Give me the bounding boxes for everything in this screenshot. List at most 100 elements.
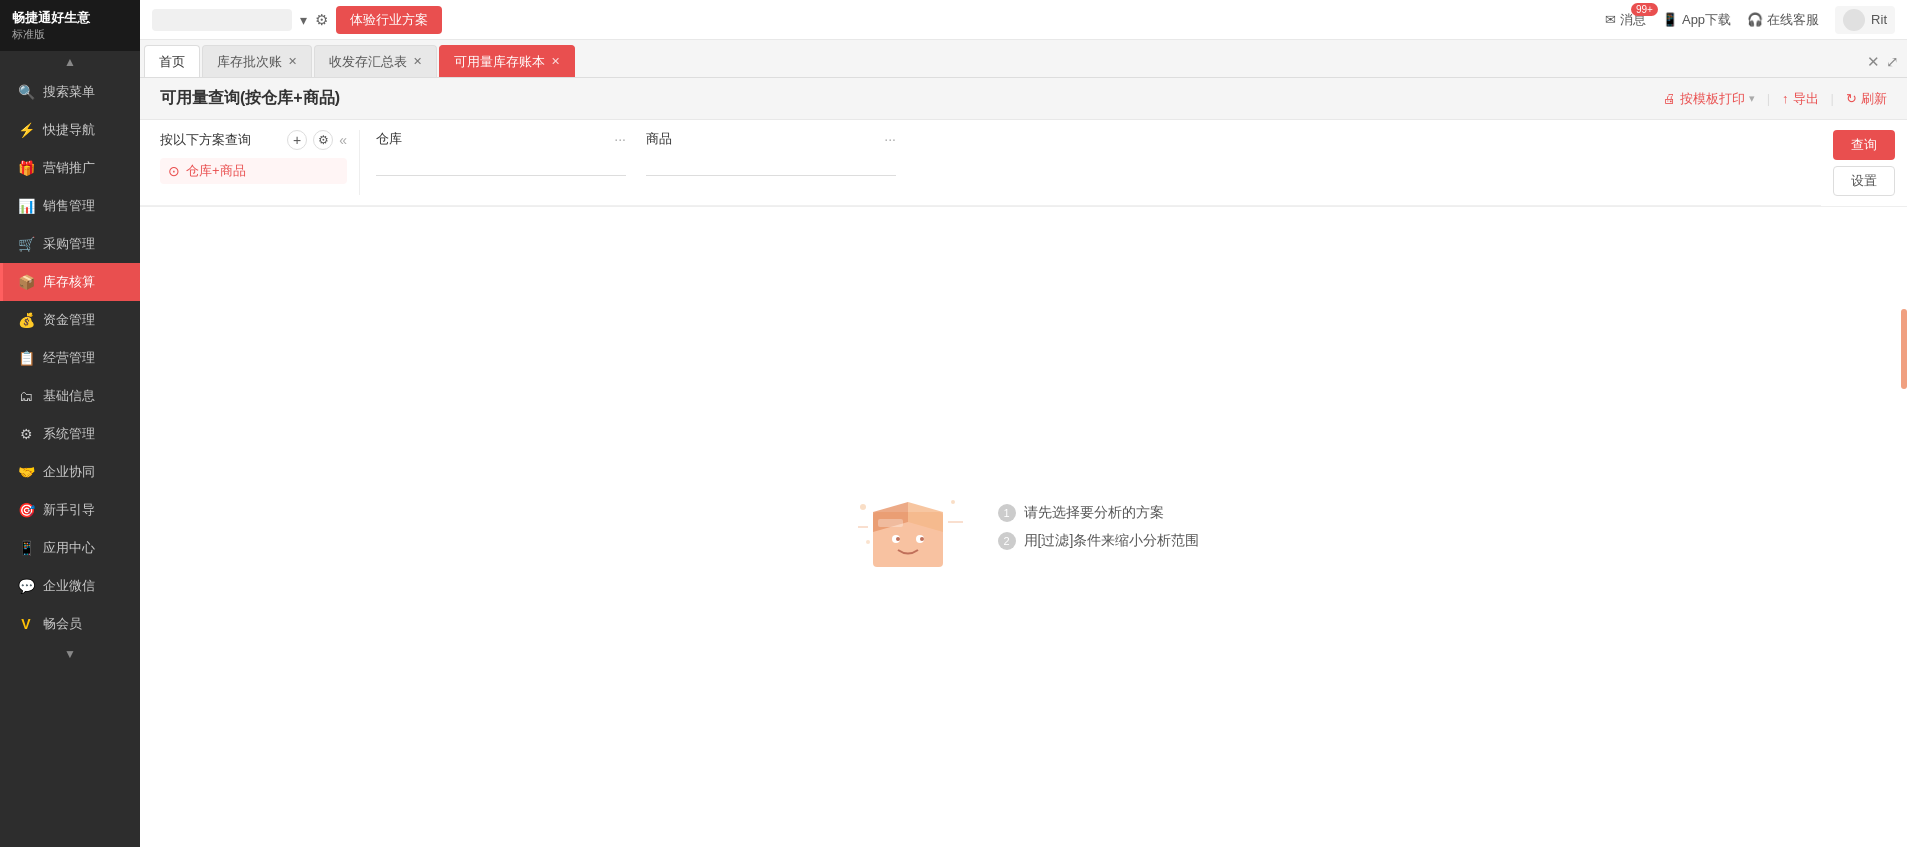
- settings-button[interactable]: 设置: [1833, 166, 1895, 196]
- scheme-icon: ⊙: [168, 163, 180, 179]
- sidebar-item-guide[interactable]: 🎯 新手引导: [0, 491, 140, 529]
- money-icon: 💰: [17, 312, 35, 328]
- empty-text: 1 请先选择要分析的方案 2 用[过滤]条件来缩小分析范围: [998, 504, 1200, 550]
- warehouse-input[interactable]: [376, 152, 626, 176]
- refresh-label: 刷新: [1861, 90, 1887, 108]
- tab-batch-account[interactable]: 库存批次账 ✕: [202, 45, 312, 77]
- sidebar-scroll-up[interactable]: ▲: [0, 51, 140, 73]
- chat-icon: 💬: [17, 578, 35, 594]
- product-input[interactable]: [646, 152, 896, 176]
- online-support-label: 在线客服: [1767, 11, 1819, 29]
- user-area[interactable]: Rit: [1835, 6, 1895, 34]
- lightning-icon: ⚡: [17, 122, 35, 138]
- settings-scheme-button[interactable]: ⚙: [313, 130, 333, 150]
- trial-button[interactable]: 体验行业方案: [336, 6, 442, 34]
- scheme-label: 仓库+商品: [186, 162, 246, 180]
- print-dropdown-icon[interactable]: ▾: [1749, 92, 1755, 105]
- app-download-button[interactable]: 📱 App下载: [1662, 11, 1731, 29]
- sidebar-scroll-down[interactable]: ▼: [0, 643, 140, 665]
- sidebar-label-guide: 新手引导: [43, 501, 95, 519]
- sidebar-item-sales[interactable]: 📊 销售管理: [0, 187, 140, 225]
- filter-area: 按以下方案查询 + ⚙ « ⊙ 仓库+商品: [140, 120, 1821, 206]
- svg-point-6: [896, 537, 900, 541]
- query-button[interactable]: 查询: [1833, 130, 1895, 160]
- topbar-right: ✉ 消息 99+ 📱 App下载 🎧 在线客服 Rit: [1605, 6, 1895, 34]
- user-name: Rit: [1871, 12, 1887, 27]
- tab-available-stock-close[interactable]: ✕: [551, 55, 560, 68]
- empty-state: 1 请先选择要分析的方案 2 用[过滤]条件来缩小分析范围: [140, 207, 1907, 847]
- sidebar-label-finance: 资金管理: [43, 311, 95, 329]
- tab-batch-account-close[interactable]: ✕: [288, 55, 297, 68]
- sidebar-item-purchase[interactable]: 🛒 采购管理: [0, 225, 140, 263]
- sidebar-label-basic: 基础信息: [43, 387, 95, 405]
- topbar-dropdown-button[interactable]: ▾: [300, 12, 307, 28]
- tab-available-stock-label: 可用量库存账本: [454, 53, 545, 71]
- sidebar-item-member[interactable]: V 畅会员: [0, 605, 140, 643]
- sidebar-item-system[interactable]: ⚙ 系统管理: [0, 415, 140, 453]
- topbar-search-input[interactable]: [152, 9, 292, 31]
- tab-home-label: 首页: [159, 53, 185, 71]
- export-icon: ↑: [1782, 91, 1789, 106]
- filter-scheme-actions: + ⚙ «: [287, 130, 347, 150]
- sidebar-item-marketing[interactable]: 🎁 营销推广: [0, 149, 140, 187]
- tab-receipt-summary[interactable]: 收发存汇总表 ✕: [314, 45, 437, 77]
- scheme-warehouse-product[interactable]: ⊙ 仓库+商品: [160, 158, 347, 184]
- handshake-icon: 🤝: [17, 464, 35, 480]
- export-button[interactable]: ↑ 导出: [1782, 90, 1819, 108]
- tabbar-right-actions: ✕ ⤢: [1867, 53, 1899, 71]
- warehouse-label: 仓库 ···: [376, 130, 626, 148]
- sidebar-label-sales: 销售管理: [43, 197, 95, 215]
- sidebar-item-operation[interactable]: 📋 经营管理: [0, 339, 140, 377]
- vip-icon: V: [17, 616, 35, 632]
- empty-step2: 2 用[过滤]条件来缩小分析范围: [998, 532, 1200, 550]
- search-icon: 🔍: [17, 84, 35, 100]
- product-filter-field: 商品 ···: [646, 130, 896, 176]
- tab-close-all-button[interactable]: ✕: [1867, 53, 1880, 71]
- sidebar-item-basic[interactable]: 🗂 基础信息: [0, 377, 140, 415]
- product-ellipsis-button[interactable]: ···: [884, 131, 896, 147]
- message-button[interactable]: ✉ 消息 99+: [1605, 11, 1646, 29]
- sidebar-label-search: 搜索菜单: [43, 83, 95, 101]
- print-button[interactable]: 🖨 按模板打印 ▾: [1663, 90, 1755, 108]
- refresh-button[interactable]: ↻ 刷新: [1846, 90, 1887, 108]
- collapse-scheme-button[interactable]: «: [339, 132, 347, 148]
- topbar: ▾ ⚙ 体验行业方案 ✉ 消息 99+ 📱 App下载 🎧 在线客服 Rit: [140, 0, 1907, 40]
- page-content: 可用量查询(按仓库+商品) 🖨 按模板打印 ▾ | ↑ 导出 | ↻ 刷新: [140, 78, 1907, 847]
- tab-receipt-summary-close[interactable]: ✕: [413, 55, 422, 68]
- sidebar-item-search[interactable]: 🔍 搜索菜单: [0, 73, 140, 111]
- filter-fields: 仓库 ··· 商品 ···: [360, 130, 1801, 195]
- sidebar-item-enterprise[interactable]: 🤝 企业协同: [0, 453, 140, 491]
- svg-point-8: [860, 504, 866, 510]
- tab-home[interactable]: 首页: [144, 45, 200, 77]
- filter-scheme-header: 按以下方案查询 + ⚙ «: [160, 130, 347, 150]
- add-scheme-button[interactable]: +: [287, 130, 307, 150]
- gear-icon: ⚙: [17, 426, 35, 442]
- page-title: 可用量查询(按仓库+商品): [160, 88, 340, 109]
- sidebar-item-inventory[interactable]: 📦 库存核算: [0, 263, 140, 301]
- svg-rect-3: [878, 519, 903, 527]
- filter-row: 按以下方案查询 + ⚙ « ⊙ 仓库+商品: [140, 120, 1907, 207]
- svg-point-7: [920, 537, 924, 541]
- warehouse-ellipsis-button[interactable]: ···: [614, 131, 626, 147]
- message-icon: ✉: [1605, 12, 1616, 27]
- filter-scheme-panel: 按以下方案查询 + ⚙ « ⊙ 仓库+商品: [160, 130, 360, 195]
- topbar-gear-button[interactable]: ⚙: [315, 11, 328, 29]
- printer-icon: 🖨: [1663, 91, 1676, 106]
- app-name: 畅捷通好生意: [12, 10, 128, 27]
- sidebar-item-apps[interactable]: 📱 应用中心: [0, 529, 140, 567]
- online-support-button[interactable]: 🎧 在线客服: [1747, 11, 1819, 29]
- box-icon: 📦: [17, 274, 35, 290]
- sidebar-item-wechat[interactable]: 💬 企业微信: [0, 567, 140, 605]
- tabbar: 首页 库存批次账 ✕ 收发存汇总表 ✕ 可用量库存账本 ✕ ✕ ⤢: [140, 40, 1907, 78]
- tab-expand-button[interactable]: ⤢: [1886, 53, 1899, 71]
- sidebar-item-finance[interactable]: 💰 资金管理: [0, 301, 140, 339]
- sidebar: 畅捷通好生意 标准版 ▲ 🔍 搜索菜单 ⚡ 快捷导航 🎁 营销推广 📊 销售管理…: [0, 0, 140, 847]
- chart-icon: 📊: [17, 198, 35, 214]
- tab-available-stock[interactable]: 可用量库存账本 ✕: [439, 45, 575, 77]
- sidebar-item-quick-nav[interactable]: ⚡ 快捷导航: [0, 111, 140, 149]
- message-badge: 99+: [1631, 3, 1658, 16]
- scrollbar-indicator[interactable]: [1901, 309, 1907, 389]
- empty-illustration: [848, 467, 968, 587]
- sidebar-label-inventory: 库存核算: [43, 273, 95, 291]
- refresh-icon: ↻: [1846, 91, 1857, 106]
